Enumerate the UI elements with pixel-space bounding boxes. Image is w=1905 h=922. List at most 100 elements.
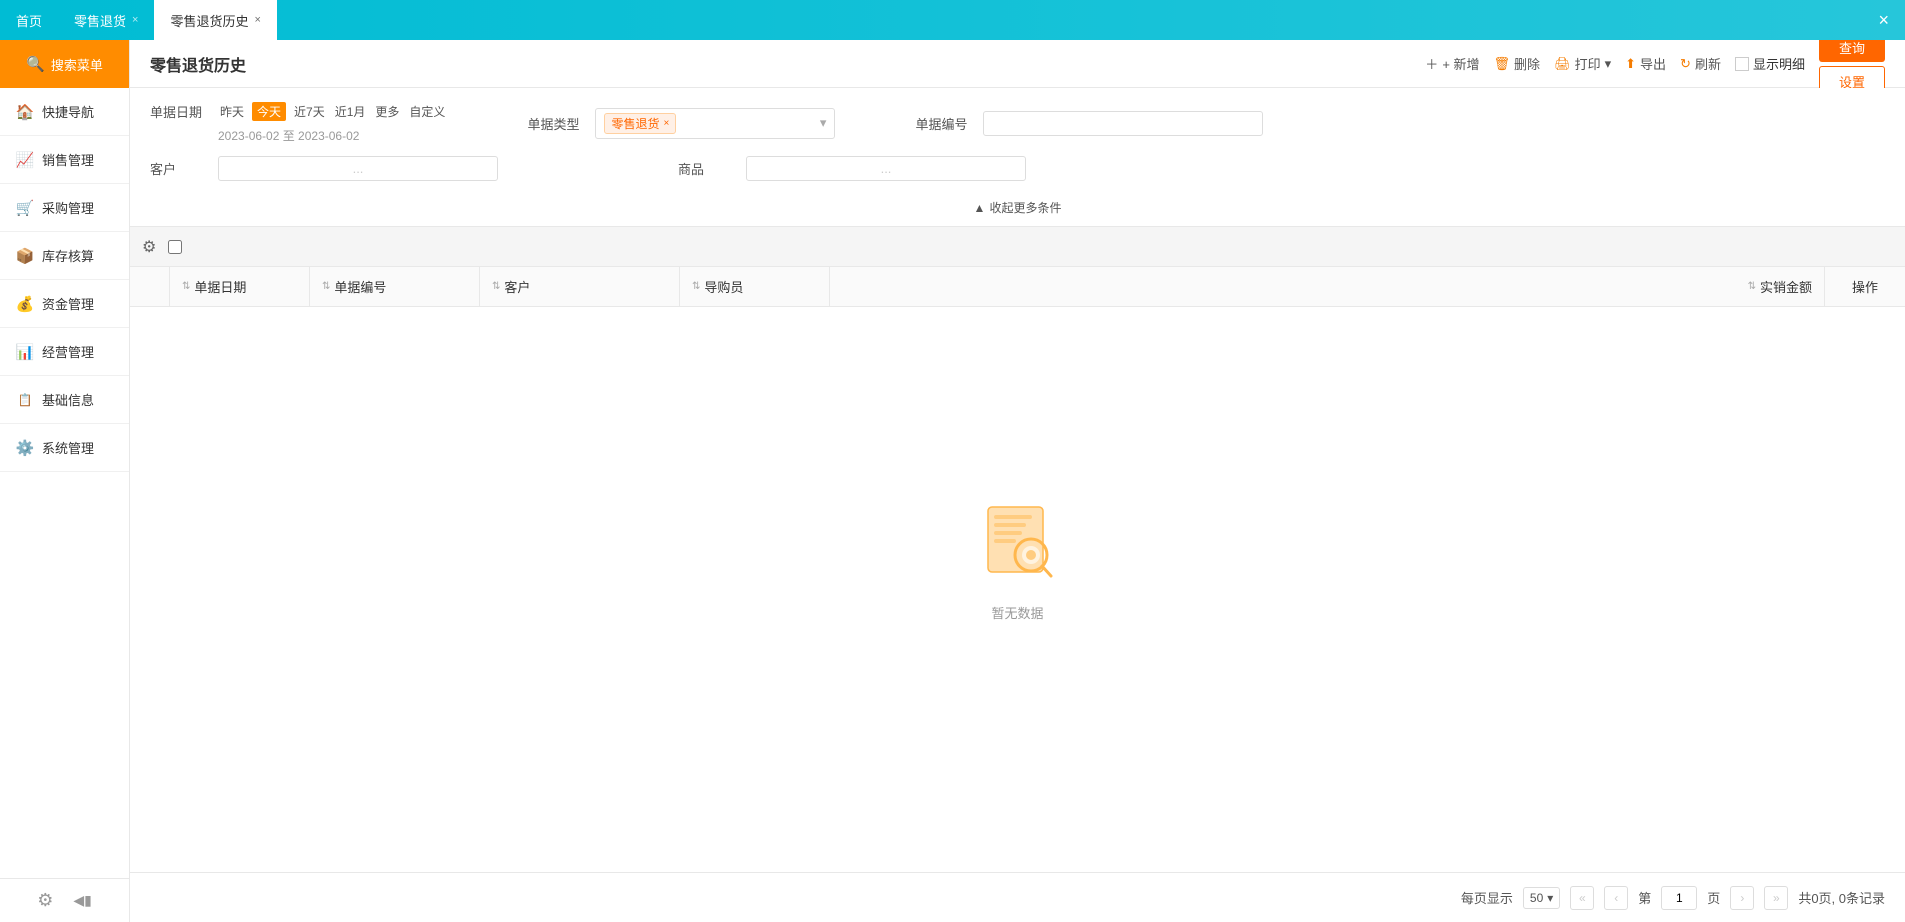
table-toolbar: ⚙ (130, 227, 1905, 267)
page-label: 第 (1638, 888, 1651, 907)
date-range-text: 2023-06-02 至 2023-06-02 (218, 127, 447, 144)
tab-retail-return[interactable]: 零售退货 × (58, 0, 154, 40)
export-icon: ⬆ (1625, 56, 1636, 72)
per-page-select[interactable]: 50 ▾ (1523, 887, 1560, 909)
page-title: 零售退货历史 (150, 52, 246, 76)
settings-bottom-icon[interactable]: ⚙ (37, 890, 53, 911)
tab-retail-return-history[interactable]: 零售退货历史 × (154, 0, 276, 40)
table-header: ⇅ 单据日期 ⇅ 单据编号 ⇅ 客户 ⇅ 导购员 ⇅ 实销金额 (130, 267, 1905, 307)
sidebar-search[interactable]: 🔍 搜索菜单 (0, 40, 129, 88)
sort-amount-icon: ⇅ (1748, 281, 1756, 292)
client-input[interactable]: ... (218, 156, 498, 181)
doc-type-tag-close[interactable]: × (663, 118, 669, 129)
show-detail-toggle[interactable]: 显示明细 (1735, 54, 1805, 73)
date-filter: 单据日期 昨天 今天 近7天 近1月 更多 自定义 2023-06-02 至 2… (150, 102, 447, 144)
sidebar-item-sales[interactable]: 📈 销售管理 (0, 136, 129, 184)
select-all-checkbox[interactable] (168, 240, 182, 254)
date-btn-7days[interactable]: 近7天 (292, 102, 327, 121)
empty-text: 暂无数据 (991, 603, 1043, 622)
empty-state: 暂无数据 (130, 307, 1905, 872)
inventory-icon: 📦 (16, 247, 34, 265)
refresh-icon: ↻ (1680, 56, 1691, 72)
window-close-button[interactable]: × (1862, 10, 1905, 31)
new-button[interactable]: ＋ + 新增 (1425, 54, 1479, 73)
delete-icon: 🗑 (1494, 56, 1511, 72)
doc-type-filter: 单据类型 零售退货 × ▾ (527, 108, 835, 139)
date-btn-custom[interactable]: 自定义 (407, 102, 447, 121)
date-btn-more[interactable]: 更多 (373, 102, 401, 121)
sidebar-item-label: 销售管理 (42, 150, 94, 169)
volume-bottom-icon[interactable]: ◀▮ (73, 892, 91, 909)
filter-row-1: 单据日期 昨天 今天 近7天 近1月 更多 自定义 2023-06-02 至 2… (150, 102, 1885, 144)
home-icon: 🏠 (16, 103, 34, 121)
goods-filter: 商品 ... (678, 156, 1026, 181)
th-guide[interactable]: ⇅ 导购员 (680, 267, 830, 306)
sidebar-item-label: 基础信息 (42, 390, 94, 409)
date-btn-yesterday[interactable]: 昨天 (218, 102, 246, 121)
last-page-button[interactable]: » (1764, 886, 1788, 910)
th-amount[interactable]: ⇅ 实销金额 (830, 267, 1825, 306)
sidebar-item-label: 经营管理 (42, 342, 94, 361)
page-unit: 页 (1707, 888, 1720, 907)
sidebar-item-system[interactable]: ⚙️ 系统管理 (0, 424, 129, 472)
finance-icon: 💰 (16, 295, 34, 313)
delete-button[interactable]: 🗑 删除 (1494, 54, 1541, 73)
first-page-button[interactable]: « (1570, 886, 1594, 910)
sidebar-item-purchase[interactable]: 🛒 采购管理 (0, 184, 129, 232)
empty-illustration (968, 497, 1068, 587)
search-icon: 🔍 (26, 55, 45, 73)
th-checkbox (130, 267, 170, 306)
doc-no-input[interactable] (983, 111, 1263, 136)
pagination-bar: 每页显示 50 ▾ « ‹ 第 页 › » 共0页, 0条记录 (130, 872, 1905, 922)
doc-type-select[interactable]: 零售退货 × ▾ (595, 108, 835, 139)
select-dropdown-icon: ▾ (820, 115, 827, 131)
sidebar-item-quick-nav[interactable]: 🏠 快捷导航 (0, 88, 129, 136)
total-label: 共0页, 0条记录 (1798, 888, 1885, 907)
refresh-button[interactable]: ↻ 刷新 (1680, 54, 1721, 73)
sidebar-bottom: ⚙ ◀▮ (0, 878, 129, 922)
collapse-button[interactable]: ▲ 收起更多条件 (974, 199, 1062, 216)
filter-area: 单据日期 昨天 今天 近7天 近1月 更多 自定义 2023-06-02 至 2… (130, 88, 1905, 227)
collapse-up-icon: ▲ (974, 201, 986, 215)
doc-type-tag: 零售退货 × (604, 113, 676, 134)
main-layout: 🔍 搜索菜单 🏠 快捷导航 📈 销售管理 🛒 采购管理 📦 库存核算 💰 (0, 40, 1905, 922)
next-page-button[interactable]: › (1730, 886, 1754, 910)
th-doc-no[interactable]: ⇅ 单据编号 (310, 267, 480, 306)
date-filter-label: 单据日期 (150, 102, 210, 121)
per-page-dropdown-icon: ▾ (1547, 891, 1553, 905)
th-client[interactable]: ⇅ 客户 (480, 267, 680, 306)
table-settings-icon[interactable]: ⚙ (142, 237, 156, 257)
th-date[interactable]: ⇅ 单据日期 (170, 267, 310, 306)
sidebar: 🔍 搜索菜单 🏠 快捷导航 📈 销售管理 🛒 采购管理 📦 库存核算 💰 (0, 40, 130, 922)
sidebar-item-inventory[interactable]: 📦 库存核算 (0, 232, 129, 280)
sales-icon: 📈 (16, 151, 34, 169)
date-btn-1month[interactable]: 近1月 (333, 102, 368, 121)
query-button[interactable]: 查询 (1819, 40, 1885, 62)
sidebar-item-operations[interactable]: 📊 经营管理 (0, 328, 129, 376)
export-button[interactable]: ⬆ 导出 (1625, 54, 1666, 73)
sidebar-item-label: 资金管理 (42, 294, 94, 313)
sidebar-item-label: 快捷导航 (42, 102, 94, 121)
tab-home[interactable]: 首页 (0, 0, 58, 40)
goods-input[interactable]: ... (746, 156, 1026, 181)
tab-list: 首页 零售退货 × 零售退货历史 × (0, 0, 1862, 40)
show-detail-checkbox[interactable] (1735, 57, 1749, 71)
per-page-label: 每页显示 (1461, 888, 1513, 907)
content-area: 零售退货历史 ＋ + 新增 🗑 删除 🖨 打印 ▾ ⬆ 导出 (130, 40, 1905, 922)
sidebar-item-basic-info[interactable]: 📋 基础信息 (0, 376, 129, 424)
doc-no-label: 单据编号 (915, 114, 975, 133)
sort-guide-icon: ⇅ (692, 281, 700, 292)
page-number-input[interactable] (1661, 886, 1697, 910)
sidebar-item-label: 库存核算 (42, 246, 94, 265)
client-filter: 客户 ... (150, 156, 498, 181)
close-tab-retail-return-icon[interactable]: × (132, 14, 138, 26)
goods-label: 商品 (678, 159, 738, 178)
doc-type-label: 单据类型 (527, 114, 587, 133)
print-button[interactable]: 🖨 打印 ▾ (1554, 54, 1611, 73)
date-btn-today[interactable]: 今天 (252, 102, 286, 121)
prev-page-button[interactable]: ‹ (1604, 886, 1628, 910)
close-tab-retail-return-history-icon[interactable]: × (254, 14, 260, 26)
sidebar-item-finance[interactable]: 💰 资金管理 (0, 280, 129, 328)
print-icon: 🖨 (1554, 56, 1571, 72)
sidebar-nav: 🏠 快捷导航 📈 销售管理 🛒 采购管理 📦 库存核算 💰 资金管理 📊 (0, 88, 129, 878)
